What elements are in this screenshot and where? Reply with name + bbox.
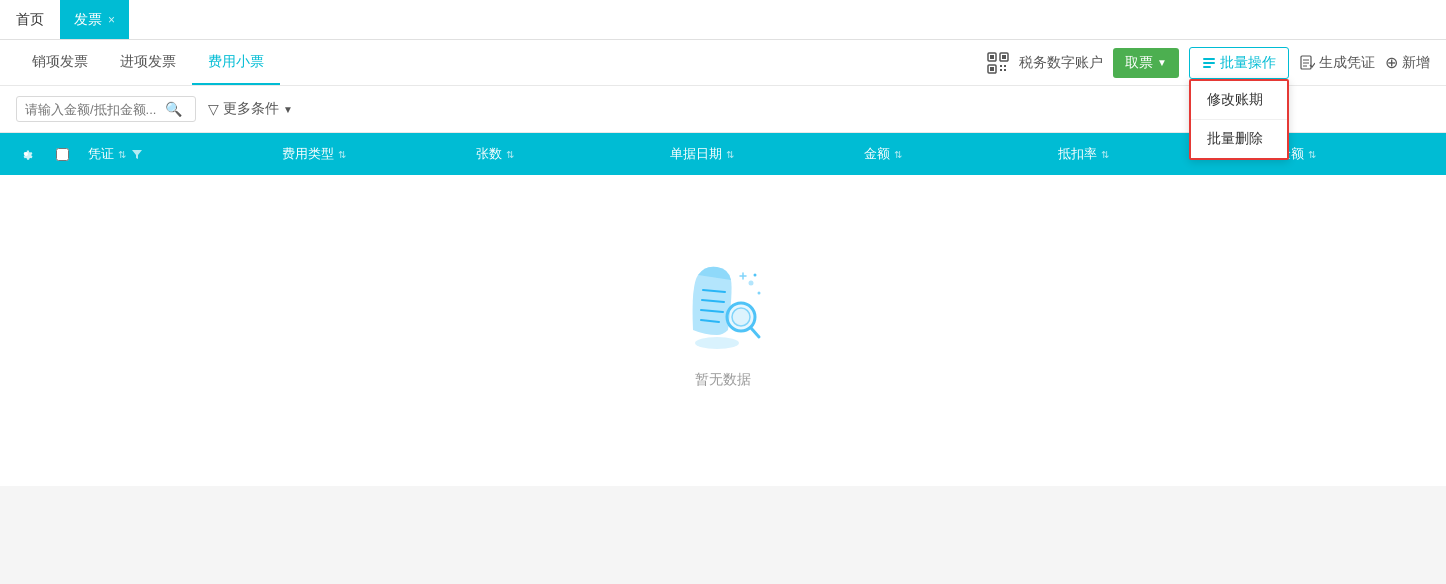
quepiao-label: 取票 xyxy=(1125,54,1153,72)
sort-icon-count: ⇅ xyxy=(506,149,514,160)
svg-rect-6 xyxy=(1000,65,1002,67)
th-deduct-rate-label: 抵扣率 xyxy=(1058,145,1097,163)
svg-line-24 xyxy=(751,328,759,337)
batch-ops-button[interactable]: 批量操作 xyxy=(1189,47,1289,79)
empty-illustration xyxy=(673,255,773,355)
generate-voucher-button[interactable]: 生成凭证 xyxy=(1299,54,1375,72)
nav-home[interactable]: 首页 xyxy=(0,0,60,39)
select-all-checkbox[interactable] xyxy=(56,148,69,161)
tab-xiaoxiang[interactable]: 销项发票 xyxy=(16,40,104,85)
batch-dropdown-menu: 修改账期 批量删除 xyxy=(1189,79,1289,160)
search-wrap: 🔍 xyxy=(16,96,196,122)
batch-ops-icon xyxy=(1202,56,1216,70)
svg-point-17 xyxy=(695,337,739,349)
add-new-button[interactable]: ⊕ 新增 xyxy=(1385,53,1430,72)
close-icon[interactable]: × xyxy=(108,13,115,27)
sort-icon-deduct-rate: ⇅ xyxy=(1101,149,1109,160)
quepiao-button[interactable]: 取票 ▼ xyxy=(1113,48,1179,78)
svg-rect-3 xyxy=(1002,55,1006,59)
filter-icon-voucher xyxy=(130,147,144,161)
svg-point-23 xyxy=(732,308,750,326)
svg-rect-5 xyxy=(990,67,994,71)
nav-tab-invoice[interactable]: 发票 × xyxy=(60,0,129,39)
add-icon: ⊕ xyxy=(1385,53,1398,72)
qr-button[interactable] xyxy=(987,52,1009,74)
search-button[interactable]: 🔍 xyxy=(165,101,182,117)
generate-voucher-icon xyxy=(1299,55,1315,71)
svg-rect-11 xyxy=(1203,62,1215,64)
empty-state: 暂无数据 xyxy=(0,175,1446,429)
th-amount-label: 金额 xyxy=(864,145,890,163)
qr-icon xyxy=(987,52,1009,74)
sub-nav-left: 销项发票 进项发票 费用小票 xyxy=(16,40,280,85)
chevron-down-icon: ▼ xyxy=(283,104,293,115)
svg-point-27 xyxy=(754,274,757,277)
empty-text: 暂无数据 xyxy=(695,371,751,389)
generate-voucher-label: 生成凭证 xyxy=(1319,54,1375,72)
menu-item-change-period[interactable]: 修改账期 xyxy=(1191,81,1287,120)
sort-icon-deduct-amount: ⇅ xyxy=(1308,149,1316,160)
add-new-label: 新增 xyxy=(1402,54,1430,72)
th-amount[interactable]: 金额 ⇅ xyxy=(856,145,1050,163)
tab-jinxiang[interactable]: 进项发票 xyxy=(104,40,192,85)
svg-point-25 xyxy=(749,281,754,286)
th-date[interactable]: 单据日期 ⇅ xyxy=(662,145,856,163)
more-filter-button[interactable]: ▽ 更多条件 ▼ xyxy=(208,100,293,118)
settings-icon xyxy=(18,146,34,162)
svg-rect-8 xyxy=(1000,69,1002,71)
sort-icon-amount: ⇅ xyxy=(894,149,902,160)
sort-icon-date: ⇅ xyxy=(726,149,734,160)
th-voucher-label: 凭证 xyxy=(88,145,114,163)
top-nav: 首页 发票 × xyxy=(0,0,1446,40)
more-filter-label: 更多条件 xyxy=(223,100,279,118)
tax-account-button[interactable]: 税务数字账户 xyxy=(1019,54,1103,72)
th-expense-type-label: 费用类型 xyxy=(282,145,334,163)
tab-feiyong[interactable]: 费用小票 xyxy=(192,40,280,85)
batch-ops-label: 批量操作 xyxy=(1220,54,1276,72)
batch-ops-wrap: 批量操作 修改账期 批量删除 xyxy=(1189,47,1289,79)
th-expense-type[interactable]: 费用类型 ⇅ xyxy=(274,145,468,163)
sort-icon-voucher: ⇅ xyxy=(118,149,126,160)
th-voucher[interactable]: 凭证 ⇅ xyxy=(80,145,274,163)
svg-rect-1 xyxy=(990,55,994,59)
nav-tab-label: 发票 xyxy=(74,11,102,29)
sub-nav: 销项发票 进项发票 费用小票 税务数字账户 取票 ▼ xyxy=(0,40,1446,86)
th-count[interactable]: 张数 ⇅ xyxy=(468,145,662,163)
search-input[interactable] xyxy=(25,102,165,117)
filter-icon: ▽ xyxy=(208,101,219,117)
svg-rect-12 xyxy=(1203,66,1211,68)
menu-item-batch-delete[interactable]: 批量删除 xyxy=(1191,120,1287,158)
sort-icon-expense: ⇅ xyxy=(338,149,346,160)
svg-rect-10 xyxy=(1203,58,1215,60)
th-date-label: 单据日期 xyxy=(670,145,722,163)
quepiao-arrow: ▼ xyxy=(1157,57,1167,68)
svg-rect-7 xyxy=(1004,65,1006,67)
th-settings[interactable] xyxy=(8,146,44,162)
sub-nav-right: 税务数字账户 取票 ▼ 批量操作 修改账期 批量删除 xyxy=(987,47,1430,79)
svg-point-26 xyxy=(758,292,761,295)
svg-rect-9 xyxy=(1004,69,1006,71)
th-count-label: 张数 xyxy=(476,145,502,163)
th-checkbox[interactable] xyxy=(44,148,80,161)
